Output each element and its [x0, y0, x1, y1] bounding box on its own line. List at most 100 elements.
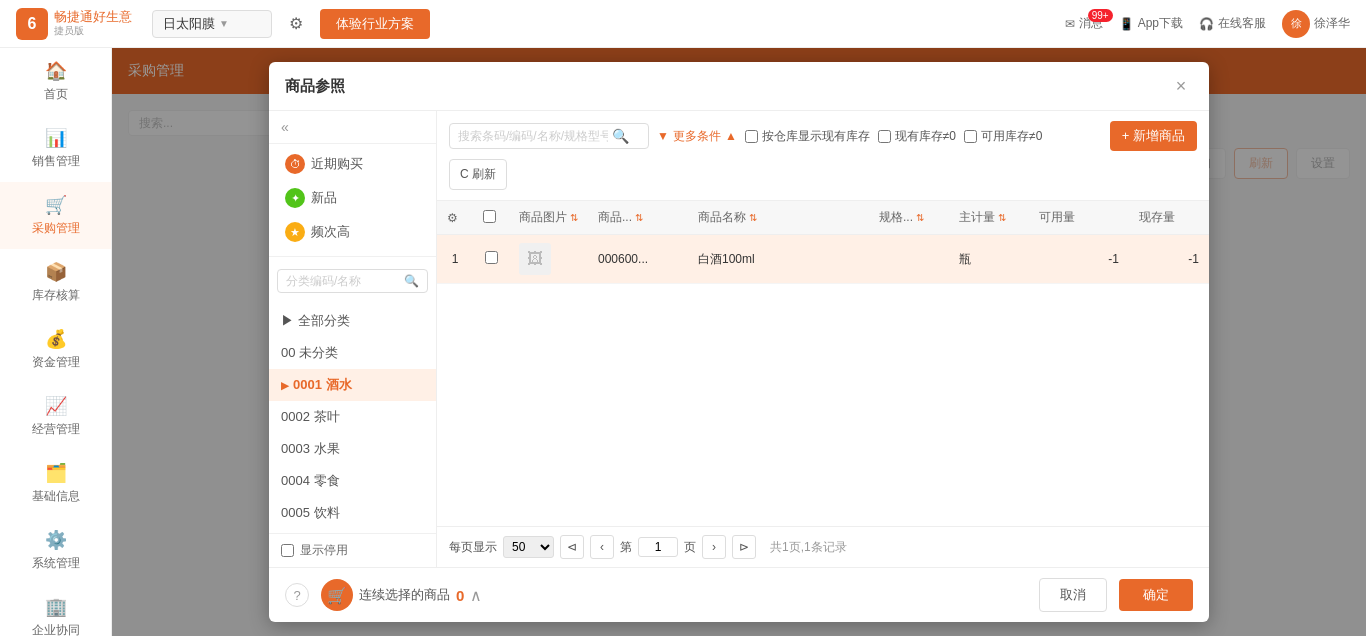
available-stock-checkbox[interactable]	[964, 130, 977, 143]
th-img-sort[interactable]: 商品图片 ⇅	[519, 209, 578, 226]
quick-filter-recent[interactable]: ⏱ 近期购买	[277, 148, 428, 180]
sidebar-item-system[interactable]: ⚙️ 系统管理	[0, 517, 111, 584]
current-stock-label: 现有库存≠0	[895, 128, 956, 145]
collapse-icon[interactable]: ∧	[470, 586, 482, 605]
page-total: 共1页,1条记录	[770, 539, 847, 556]
th-stock: 现存量	[1129, 201, 1209, 235]
category-item-00[interactable]: 00 未分类	[269, 337, 436, 369]
per-page-select[interactable]: 50 10 20 100	[503, 536, 554, 558]
store-name: 日太阳膜	[163, 15, 215, 33]
logo-icon: 6	[16, 8, 48, 40]
category-item-0005[interactable]: 0005 饮料	[269, 497, 436, 529]
all-categories-label: ▶ 全部分类	[281, 312, 350, 330]
first-page-button[interactable]: ⊲	[560, 535, 584, 559]
category-item-0003[interactable]: 0003 水果	[269, 433, 436, 465]
phone-icon: 📱	[1119, 17, 1134, 31]
category-item-0004[interactable]: 0004 零食	[269, 465, 436, 497]
settings-icon[interactable]: ⚙	[280, 8, 312, 40]
sidebar-item-finance[interactable]: 💰 资金管理	[0, 316, 111, 383]
app-download-button[interactable]: 📱 App下载	[1119, 15, 1183, 32]
current-stock-checkbox[interactable]	[878, 130, 891, 143]
row-checkbox[interactable]	[485, 251, 498, 264]
show-disabled-label[interactable]: 显示停用	[281, 542, 424, 559]
th-code-sort[interactable]: 商品... ⇅	[598, 209, 678, 226]
modal-overlay: 商品参照 × « ⏱ 近期购买	[112, 48, 1366, 636]
add-product-button[interactable]: + 新增商品	[1110, 121, 1197, 151]
gear-settings-icon[interactable]: ⚙	[447, 211, 458, 225]
recent-label: 近期购买	[311, 155, 363, 173]
more-conditions-button[interactable]: ▼ 更多条件 ▲	[657, 128, 737, 145]
sort-icon-code: ⇅	[635, 212, 643, 223]
sidebar-item-inventory[interactable]: 📦 库存核算	[0, 249, 111, 316]
product-toolbar: 🔍 ▼ 更多条件 ▲ 按仓库显示现有库存	[437, 111, 1209, 201]
product-table-wrapper: ⚙ 商品图片 ⇅	[437, 201, 1209, 526]
th-name: 商品名称 ⇅	[688, 201, 869, 235]
category-all[interactable]: ▶ 全部分类	[269, 305, 436, 337]
th-spec-sort[interactable]: 规格... ⇅	[879, 209, 939, 226]
trial-button[interactable]: 体验行业方案	[320, 9, 430, 39]
row-spec	[869, 235, 949, 284]
th-spec: 规格... ⇅	[869, 201, 949, 235]
sidebar-item-purchase[interactable]: 🛒 采购管理	[0, 182, 111, 249]
username: 徐泽华	[1314, 15, 1350, 32]
search-icon[interactable]: 🔍	[612, 128, 629, 144]
cat-label-00: 00 未分类	[281, 344, 338, 362]
row-stock: -1	[1129, 235, 1209, 284]
next-page-button[interactable]: ›	[702, 535, 726, 559]
checkbox-warehouse-stock[interactable]: 按仓库显示现有库存	[745, 128, 870, 145]
pagination-bar: 每页显示 50 10 20 100 ⊲ ‹ 第 页	[437, 526, 1209, 567]
help-icon[interactable]: ?	[285, 583, 309, 607]
quick-filter-freq[interactable]: ★ 频次高	[277, 216, 428, 248]
collapse-panel-button[interactable]: «	[281, 119, 289, 135]
user-area[interactable]: 徐 徐泽华	[1282, 10, 1350, 38]
product-search-input[interactable]	[458, 129, 608, 143]
sidebar-item-basic[interactable]: 🗂️ 基础信息	[0, 450, 111, 517]
row-name: 白酒100ml	[688, 235, 869, 284]
category-search-input[interactable]	[286, 274, 400, 288]
image-placeholder-icon: 🖼	[527, 250, 543, 268]
category-panel: « ⏱ 近期购买 ✦ 新品	[269, 111, 437, 567]
warehouse-stock-checkbox[interactable]	[745, 130, 758, 143]
cancel-button[interactable]: 取消	[1039, 578, 1107, 612]
sidebar-label-home: 首页	[44, 86, 68, 103]
product-table: ⚙ 商品图片 ⇅	[437, 201, 1209, 284]
product-image: 🖼	[519, 243, 551, 275]
inventory-icon: 📦	[45, 261, 67, 283]
category-search-icon[interactable]: 🔍	[404, 274, 419, 288]
category-item-0002[interactable]: 0002 茶叶	[269, 401, 436, 433]
finance-icon: 💰	[45, 328, 67, 350]
store-selector[interactable]: 日太阳膜 ▼	[152, 10, 272, 38]
basic-icon: 🗂️	[45, 462, 67, 484]
message-button[interactable]: ✉ 消息 99+	[1065, 15, 1103, 32]
select-all-checkbox[interactable]	[483, 210, 496, 223]
table-row[interactable]: 1 🖼	[437, 235, 1209, 284]
th-unit-sort[interactable]: 主计量 ⇅	[959, 209, 1019, 226]
show-disabled-checkbox[interactable]	[281, 544, 294, 557]
cart-area: 🛒 连续选择的商品 0 ∧	[321, 579, 482, 611]
recent-icon: ⏱	[285, 154, 305, 174]
last-page-button[interactable]: ⊳	[732, 535, 756, 559]
sidebar-item-operations[interactable]: 📈 经营管理	[0, 383, 111, 450]
sidebar-item-sales[interactable]: 📊 销售管理	[0, 115, 111, 182]
th-num: ⚙	[437, 201, 473, 235]
page-number-input[interactable]	[638, 537, 678, 557]
prev-page-button[interactable]: ‹	[590, 535, 614, 559]
home-icon: 🏠	[45, 60, 67, 82]
freq-label: 频次高	[311, 223, 350, 241]
th-name-sort[interactable]: 商品名称 ⇅	[698, 209, 859, 226]
app-logo: 6 畅捷通好生意 捷员版	[16, 8, 132, 40]
system-icon: ⚙️	[45, 529, 67, 551]
sidebar-item-home[interactable]: 🏠 首页	[0, 48, 111, 115]
app-download-label: App下载	[1138, 15, 1183, 32]
modal-close-button[interactable]: ×	[1169, 74, 1193, 98]
quick-filter-new[interactable]: ✦ 新品	[277, 182, 428, 214]
checkbox-available-stock[interactable]: 可用库存≠0	[964, 128, 1042, 145]
cart-icon-button[interactable]: 🛒	[321, 579, 353, 611]
category-item-0001[interactable]: ▶ 0001 酒水	[269, 369, 436, 401]
online-service-button[interactable]: 🎧 在线客服	[1199, 15, 1266, 32]
refresh-button[interactable]: C 刷新	[449, 159, 507, 190]
product-search-box: 🔍	[449, 123, 649, 149]
checkbox-current-stock[interactable]: 现有库存≠0	[878, 128, 956, 145]
sidebar-item-enterprise[interactable]: 🏢 企业协同	[0, 584, 111, 636]
confirm-button[interactable]: 确定	[1119, 579, 1193, 611]
